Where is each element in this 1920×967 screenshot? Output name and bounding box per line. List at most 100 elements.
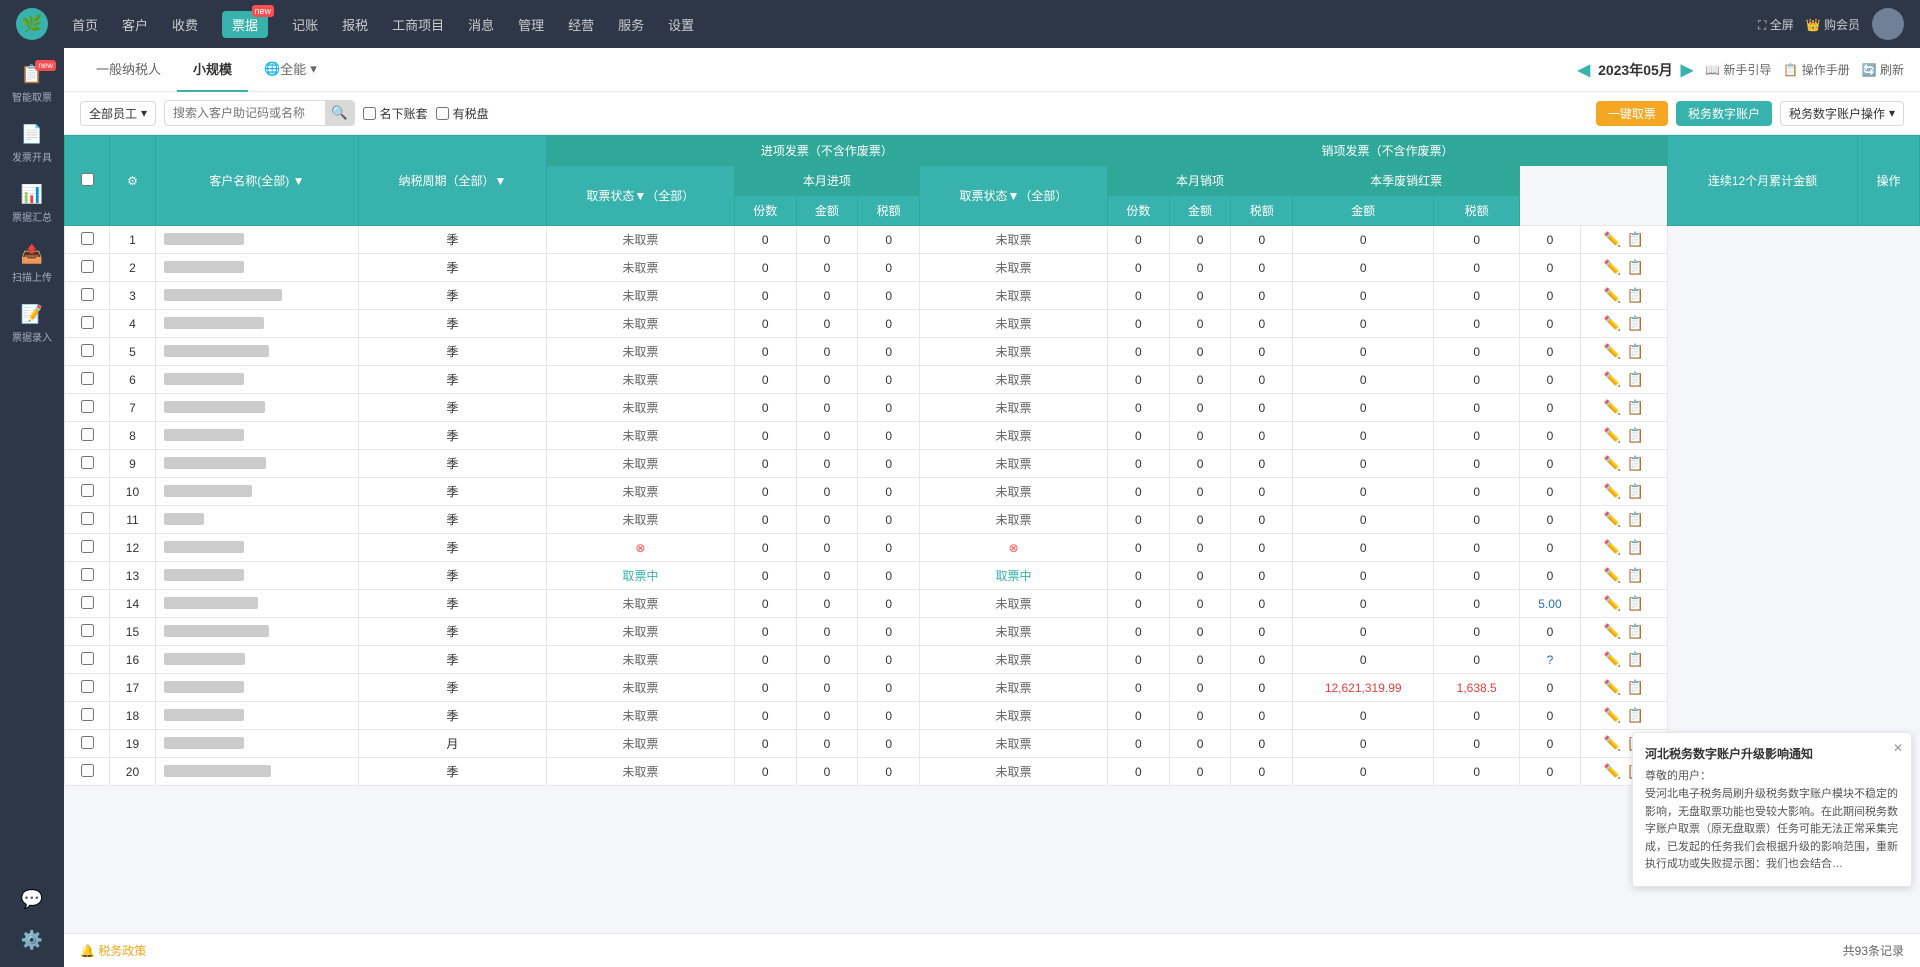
nav-service[interactable]: 服务 [618, 15, 644, 34]
sidebar-item-ticket-summary[interactable]: 📊 票据汇总 [0, 176, 64, 232]
edit-icon[interactable]: ✏️ [1603, 735, 1620, 752]
edit-icon[interactable]: ✏️ [1603, 483, 1620, 500]
nav-ticket[interactable]: 票据 new [222, 11, 268, 38]
row-checkbox[interactable] [81, 512, 94, 525]
search-btn[interactable]: 🔍 [325, 101, 354, 125]
tab-general-taxpayer[interactable]: 一般纳税人 [80, 48, 177, 92]
row-checkbox[interactable] [81, 428, 94, 441]
tax-policy-link[interactable]: 🔔 税务政策 [80, 942, 146, 959]
copy-icon[interactable]: 📋 [1627, 231, 1644, 248]
row-checkbox[interactable] [81, 540, 94, 553]
copy-icon[interactable]: 📋 [1627, 399, 1644, 416]
copy-icon[interactable]: 📋 [1627, 679, 1644, 696]
edit-icon[interactable]: ✏️ [1603, 707, 1620, 724]
copy-icon[interactable]: 📋 [1627, 455, 1644, 472]
edit-icon[interactable]: ✏️ [1603, 567, 1620, 584]
edit-icon[interactable]: ✏️ [1603, 651, 1620, 668]
row-checkbox[interactable] [81, 624, 94, 637]
copy-icon[interactable]: 📋 [1627, 595, 1644, 612]
edit-icon[interactable]: ✏️ [1603, 623, 1620, 640]
nav-home[interactable]: 首页 [72, 15, 98, 34]
sidebar-item-ticket-entry[interactable]: 📝 票据录入 [0, 296, 64, 352]
edit-icon[interactable]: ✏️ [1603, 231, 1620, 248]
nav-fee[interactable]: 收费 [172, 15, 198, 34]
row-checkbox[interactable] [81, 344, 94, 357]
copy-icon[interactable]: 📋 [1627, 287, 1644, 304]
row-checkbox[interactable] [81, 456, 94, 469]
row-checkbox[interactable] [81, 316, 94, 329]
nav-settings[interactable]: 设置 [668, 15, 694, 34]
edit-icon[interactable]: ✏️ [1603, 399, 1620, 416]
row-checkbox[interactable] [81, 736, 94, 749]
sidebar-item-bottom1[interactable]: 💬 [0, 881, 64, 918]
copy-icon[interactable]: 📋 [1627, 259, 1644, 276]
select-all-checkbox[interactable] [81, 173, 94, 186]
date-next-btn[interactable]: ▶ [1681, 60, 1693, 80]
copy-icon[interactable]: 📋 [1627, 707, 1644, 724]
edit-icon[interactable]: ✏️ [1603, 539, 1620, 556]
edit-icon[interactable]: ✏️ [1603, 343, 1620, 360]
copy-icon[interactable]: 📋 [1627, 511, 1644, 528]
edit-icon[interactable]: ✏️ [1603, 455, 1620, 472]
copy-icon[interactable]: 📋 [1627, 343, 1644, 360]
row-checkbox[interactable] [81, 680, 94, 693]
member-btn[interactable]: 👑 购会员 [1806, 16, 1860, 33]
edit-icon[interactable]: ✏️ [1603, 679, 1620, 696]
tax-disk-checkbox-label[interactable]: 有税盘 [436, 105, 489, 122]
row-checkbox[interactable] [81, 568, 94, 581]
date-prev-btn[interactable]: ◀ [1578, 60, 1590, 80]
sub-account-checkbox-label[interactable]: 名下账套 [363, 105, 428, 122]
nav-tax[interactable]: 报税 [342, 15, 368, 34]
new-guide-link[interactable]: 📖 新手引导 [1705, 61, 1771, 78]
row-checkbox[interactable] [81, 596, 94, 609]
nav-bizproject[interactable]: 工商项目 [392, 15, 444, 34]
edit-icon[interactable]: ✏️ [1603, 427, 1620, 444]
th-in-ticket-status[interactable]: 取票状态▼（全部） [546, 166, 734, 226]
copy-icon[interactable]: 📋 [1627, 315, 1644, 332]
row-checkbox[interactable] [81, 400, 94, 413]
operation-manual-link[interactable]: 📋 操作手册 [1783, 61, 1849, 78]
sidebar-item-scan-upload[interactable]: 📤 扫描上传 [0, 236, 64, 292]
copy-icon[interactable]: 📋 [1627, 623, 1644, 640]
copy-icon[interactable]: 📋 [1627, 567, 1644, 584]
tax-digital-ops-select[interactable]: 税务数字账户操作 ▾ [1780, 101, 1904, 126]
copy-icon[interactable]: 📋 [1627, 427, 1644, 444]
row-checkbox[interactable] [81, 372, 94, 385]
row-checkbox[interactable] [81, 288, 94, 301]
user-avatar[interactable] [1872, 8, 1904, 40]
nav-accounting[interactable]: 记账 [292, 15, 318, 34]
edit-icon[interactable]: ✏️ [1603, 595, 1620, 612]
nav-manage[interactable]: 管理 [518, 15, 544, 34]
refresh-link[interactable]: 🔄 刷新 [1862, 61, 1904, 78]
copy-icon[interactable]: 📋 [1627, 539, 1644, 556]
employee-select[interactable]: 全部员工 ▾ [80, 101, 156, 126]
row-checkbox[interactable] [81, 484, 94, 497]
nav-message[interactable]: 消息 [468, 15, 494, 34]
row-checkbox[interactable] [81, 708, 94, 721]
sidebar-item-bottom2[interactable]: ⚙️ [0, 922, 64, 959]
sidebar-item-invoice-open[interactable]: 📄 发票开具 [0, 116, 64, 172]
row-checkbox[interactable] [81, 764, 94, 777]
copy-icon[interactable]: 📋 [1627, 483, 1644, 500]
edit-icon[interactable]: ✏️ [1603, 763, 1620, 780]
tax-digital-account-btn[interactable]: 税务数字账户 [1676, 101, 1772, 126]
edit-icon[interactable]: ✏️ [1603, 259, 1620, 276]
copy-icon[interactable]: 📋 [1627, 371, 1644, 388]
copy-icon[interactable]: 📋 [1627, 651, 1644, 668]
fullscreen-btn[interactable]: ⛶ 全屏 [1758, 16, 1794, 33]
nav-operation[interactable]: 经营 [568, 15, 594, 34]
nav-client[interactable]: 客户 [122, 15, 148, 34]
sidebar-item-smart-ticket[interactable]: 📋 智能取票 new [0, 56, 64, 112]
notification-close-btn[interactable]: ✕ [1893, 741, 1903, 755]
row-checkbox[interactable] [81, 260, 94, 273]
edit-icon[interactable]: ✏️ [1603, 511, 1620, 528]
th-out-ticket-status[interactable]: 取票状态▼（全部） [920, 166, 1108, 226]
tax-disk-checkbox[interactable] [436, 107, 449, 120]
tab-small-scale[interactable]: 小规模 [177, 48, 248, 92]
row-checkbox[interactable] [81, 652, 94, 665]
edit-icon[interactable]: ✏️ [1603, 287, 1620, 304]
edit-icon[interactable]: ✏️ [1603, 315, 1620, 332]
one-click-ticket-btn[interactable]: 一键取票 [1596, 101, 1668, 126]
row-checkbox[interactable] [81, 232, 94, 245]
client-search-input[interactable] [165, 102, 325, 124]
